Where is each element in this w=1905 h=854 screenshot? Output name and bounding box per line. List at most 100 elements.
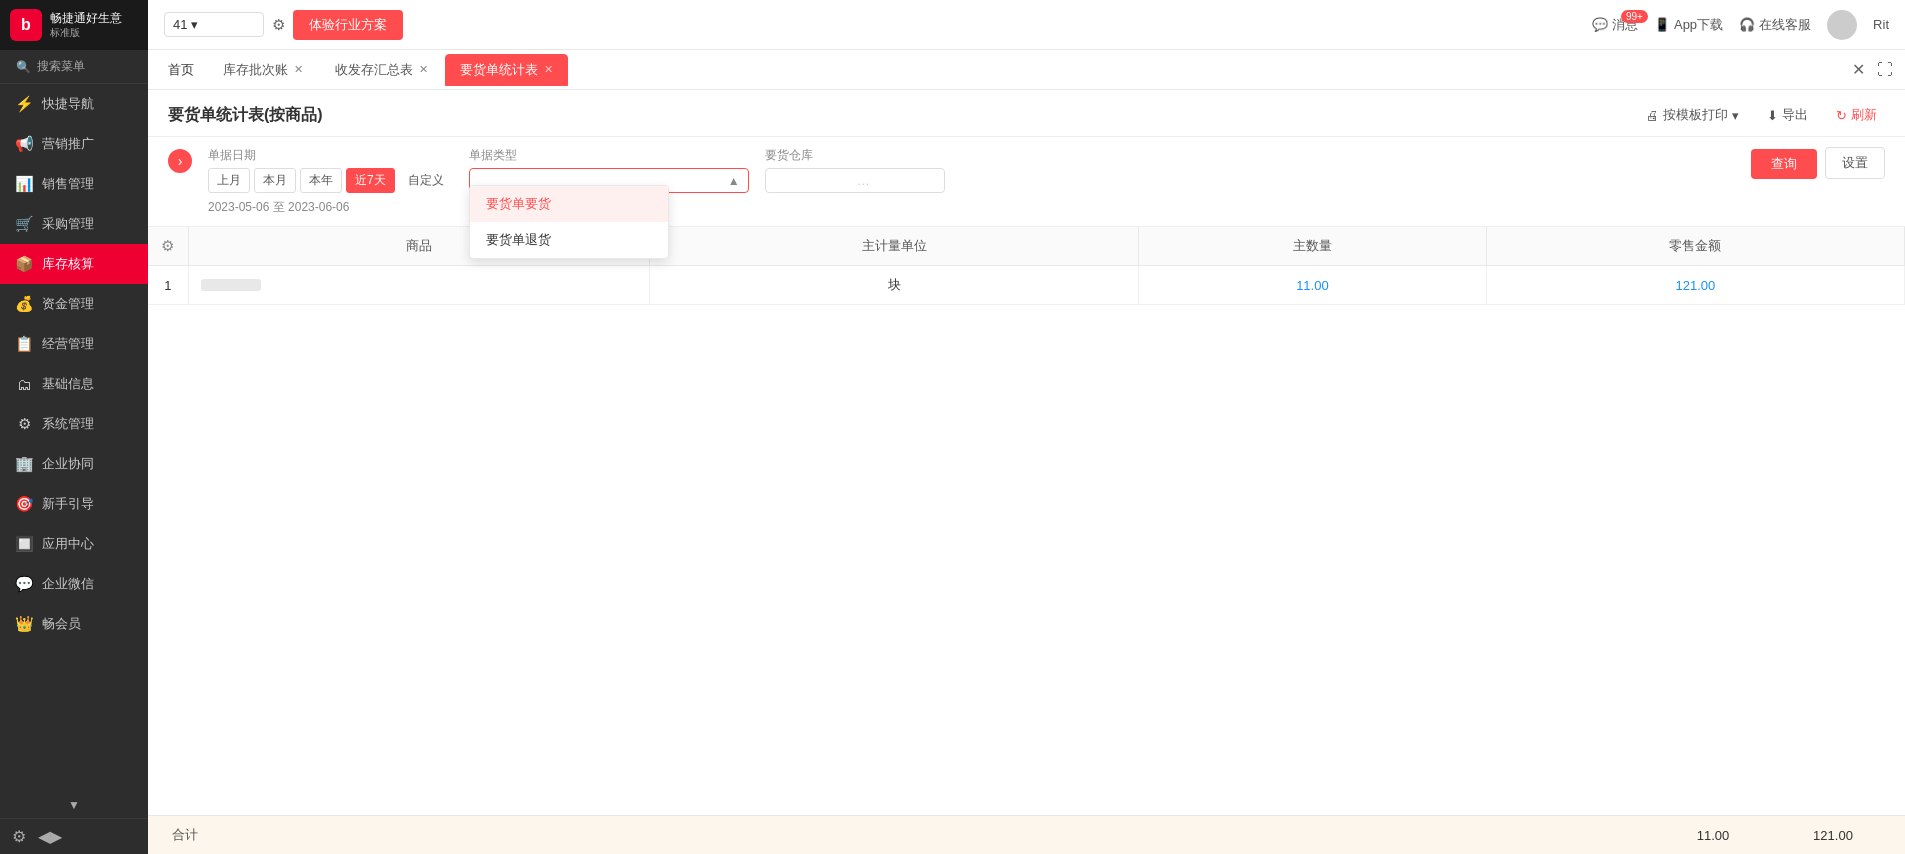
col-gear-icon[interactable]: ⚙: [161, 237, 174, 254]
col-amount: 零售金额: [1486, 227, 1904, 266]
print-label: 按模板打印: [1663, 106, 1728, 124]
collapse-icon[interactable]: ◀▶: [38, 827, 62, 846]
refresh-btn[interactable]: ↻ 刷新: [1828, 102, 1885, 128]
msg-btn[interactable]: 💬 消息 99+: [1592, 16, 1638, 34]
member-icon: 👑: [14, 614, 34, 634]
msg-badge: 99+: [1621, 10, 1648, 23]
sidebar-item-sales[interactable]: 📊 销售管理: [0, 164, 148, 204]
row-amount: 121.00: [1486, 266, 1904, 305]
close-tab-receive-summary[interactable]: ✕: [419, 63, 428, 76]
warehouse-label: 要货仓库: [765, 147, 945, 164]
tabbar-actions: ✕ ⛶: [1848, 56, 1897, 83]
sidebar-item-enterprise[interactable]: 🏢 企业协同: [0, 444, 148, 484]
sidebar-item-member[interactable]: 👑 畅会员: [0, 604, 148, 644]
filter-expand-btn[interactable]: ›: [168, 149, 192, 173]
search-icon: 🔍: [16, 60, 31, 74]
sidebar-item-operations[interactable]: 📋 经营管理: [0, 324, 148, 364]
data-table: ⚙ 商品 主计量单位 主数量 零售金额 1: [148, 227, 1905, 305]
chevron-up-icon[interactable]: ▲: [728, 174, 740, 188]
tab-expand-btn[interactable]: ⛶: [1873, 57, 1897, 83]
topbar-left: 41 ▾ ⚙ 体验行业方案: [164, 10, 1580, 40]
content: 要货单统计表(按商品) 🖨 按模板打印 ▾ ⬇ 导出 ↻ 刷新: [148, 90, 1905, 854]
settings-btn[interactable]: 设置: [1825, 147, 1885, 179]
date-btn-7days[interactable]: 近7天: [346, 168, 395, 193]
operations-icon: 📋: [14, 334, 34, 354]
date-btns: 上月 本月 本年 近7天 自定义: [208, 168, 453, 193]
chevron-down-icon: ▾: [1732, 108, 1739, 123]
tab-home[interactable]: 首页: [156, 55, 206, 85]
enterprise-icon: 🏢: [14, 454, 34, 474]
date-custom-btn[interactable]: 自定义: [399, 168, 453, 193]
sidebar-item-label: 应用中心: [42, 535, 94, 553]
wechat-icon: 💬: [14, 574, 34, 594]
sidebar-item-marketing[interactable]: 📢 营销推广: [0, 124, 148, 164]
app-download-btn[interactable]: 📱 App下载: [1654, 16, 1723, 34]
sidebar-item-wechat[interactable]: 💬 企业微信: [0, 564, 148, 604]
sidebar-scroll-down[interactable]: ▼: [0, 792, 148, 818]
date-filter-group: 单据日期 上月 本月 本年 近7天 自定义 2023-05-06 至 2023-…: [208, 147, 453, 216]
date-btn-last-month[interactable]: 上月: [208, 168, 250, 193]
company-selector[interactable]: 41 ▾: [164, 12, 264, 37]
export-icon: ⬇: [1767, 108, 1778, 123]
sidebar-item-apps[interactable]: 🔲 应用中心: [0, 524, 148, 564]
date-filter-label: 单据日期: [208, 147, 453, 164]
col-unit: 主计量单位: [650, 227, 1139, 266]
export-label: 导出: [1782, 106, 1808, 124]
sidebar-item-label: 畅会员: [42, 615, 81, 633]
sidebar-item-label: 企业协同: [42, 455, 94, 473]
row-index: 1: [148, 266, 188, 305]
quantity-link[interactable]: 11.00: [1296, 278, 1329, 293]
sidebar-item-inventory[interactable]: 📦 库存核算: [0, 244, 148, 284]
search-label: 搜索菜单: [37, 58, 85, 75]
sidebar-item-guide[interactable]: 🎯 新手引导: [0, 484, 148, 524]
warehouse-input[interactable]: …: [765, 168, 945, 193]
sales-icon: 📊: [14, 174, 34, 194]
export-btn[interactable]: ⬇ 导出: [1759, 102, 1816, 128]
more-icon[interactable]: …: [857, 173, 936, 188]
close-tab-order-stats[interactable]: ✕: [544, 63, 553, 76]
sidebar-item-finance[interactable]: 💰 资金管理: [0, 284, 148, 324]
chevron-down-icon: ▾: [191, 17, 198, 32]
msg-icon: 💬: [1592, 17, 1608, 32]
print-btn[interactable]: 🖨 按模板打印 ▾: [1638, 102, 1747, 128]
sidebar-item-label: 快捷导航: [42, 95, 94, 113]
tab-inventory-batch[interactable]: 库存批次账 ✕: [208, 54, 318, 86]
service-btn[interactable]: 🎧 在线客服: [1739, 16, 1811, 34]
sidebar-search[interactable]: 🔍 搜索菜单: [0, 50, 148, 84]
sidebar-item-system[interactable]: ⚙ 系统管理: [0, 404, 148, 444]
topbar-gear-icon[interactable]: ⚙: [272, 16, 285, 34]
row-quantity: 11.00: [1139, 266, 1487, 305]
sidebar-item-label: 基础信息: [42, 375, 94, 393]
query-btn[interactable]: 查询: [1751, 149, 1817, 179]
sidebar-item-basic[interactable]: 🗂 基础信息: [0, 364, 148, 404]
tab-receive-summary[interactable]: 收发存汇总表 ✕: [320, 54, 443, 86]
sidebar-item-label: 采购管理: [42, 215, 94, 233]
trial-btn[interactable]: 体验行业方案: [293, 10, 403, 40]
page-header: 要货单统计表(按商品) 🖨 按模板打印 ▾ ⬇ 导出 ↻ 刷新: [148, 90, 1905, 137]
date-btn-this-month[interactable]: 本月: [254, 168, 296, 193]
print-icon: 🖨: [1646, 108, 1659, 123]
apps-icon: 🔲: [14, 534, 34, 554]
date-btn-this-year[interactable]: 本年: [300, 168, 342, 193]
dropdown-option-2[interactable]: 要货单退货: [470, 222, 668, 258]
user-avatar[interactable]: [1827, 10, 1857, 40]
footer-quantity: 11.00: [1653, 828, 1773, 843]
amount-link[interactable]: 121.00: [1675, 278, 1715, 293]
marketing-icon: 📢: [14, 134, 34, 154]
type-dropdown: 要货单要货 要货单退货: [469, 185, 669, 259]
sidebar-item-quick-nav[interactable]: ⚡ 快捷导航: [0, 84, 148, 124]
sidebar-nav: ⚡ 快捷导航 📢 营销推广 📊 销售管理 🛒 采购管理 📦 库存核算 💰 资金管…: [0, 84, 148, 792]
expand-icon: ›: [178, 153, 183, 169]
table-footer: 合计 11.00 121.00: [148, 815, 1905, 854]
tab-order-stats[interactable]: 要货单统计表 ✕: [445, 54, 568, 86]
logo-sub: 标准版: [50, 26, 122, 40]
tab-close-all-btn[interactable]: ✕: [1848, 56, 1869, 83]
settings-icon[interactable]: ⚙: [12, 827, 26, 846]
sidebar-item-purchase[interactable]: 🛒 采购管理: [0, 204, 148, 244]
tabbar: 首页 库存批次账 ✕ 收发存汇总表 ✕ 要货单统计表 ✕ ✕ ⛶: [148, 50, 1905, 90]
date-filter-row: 上月 本月 本年 近7天 自定义: [208, 168, 453, 193]
sidebar-item-label: 销售管理: [42, 175, 94, 193]
dropdown-option-1[interactable]: 要货单要货: [470, 186, 668, 222]
close-tab-inventory-batch[interactable]: ✕: [294, 63, 303, 76]
app-label: App下载: [1674, 16, 1723, 34]
